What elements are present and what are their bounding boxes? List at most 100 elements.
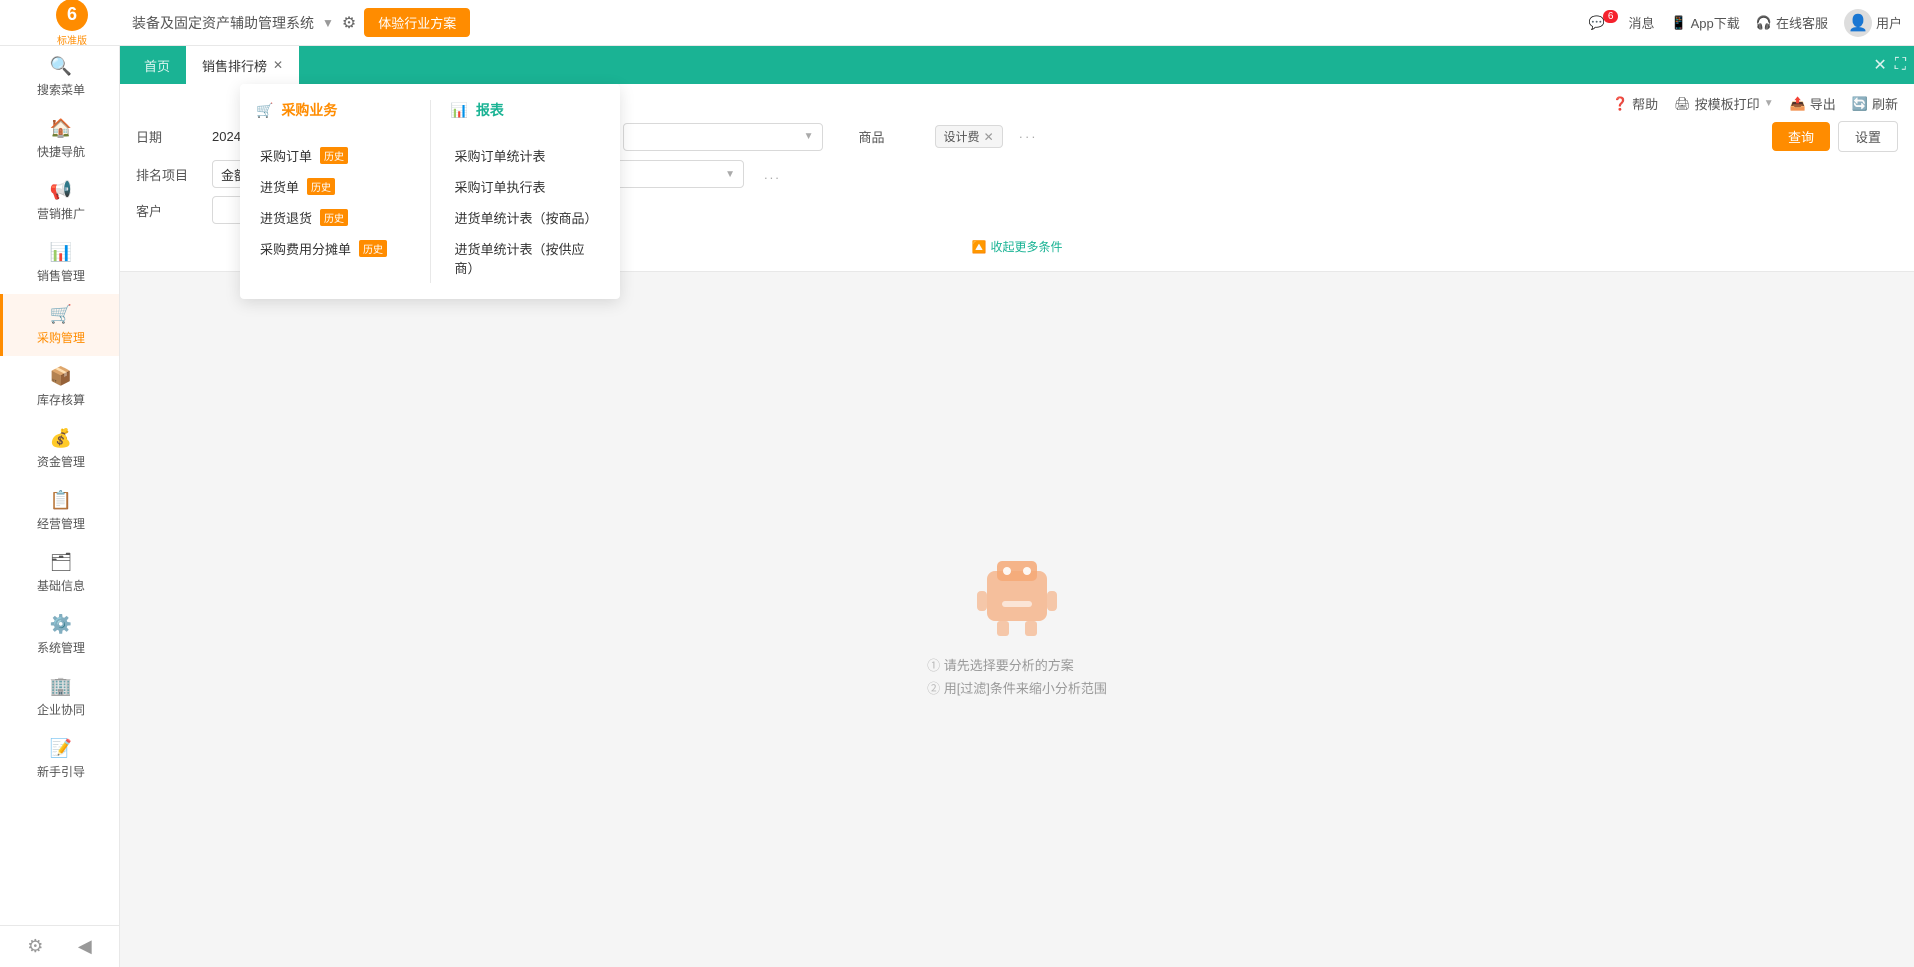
- sidebar: 🔍 搜索菜单 🏠 快捷导航 📢 营销推广 📊 销售管理 🛒 采购管理 📦 库存核…: [0, 46, 120, 967]
- refresh-label: 刷新: [1872, 94, 1898, 113]
- basic-info-icon: 🗂: [50, 552, 73, 573]
- goods-return-badge: 历史: [320, 209, 348, 226]
- footer-collapse-icon[interactable]: ◀: [78, 936, 92, 957]
- report-section-icon: 📊: [451, 102, 468, 119]
- user-label: 用户: [1876, 13, 1902, 32]
- enterprise-icon: 🏢: [50, 676, 72, 697]
- sidebar-label-marketing: 营销推广: [37, 205, 85, 222]
- sidebar-item-finance[interactable]: 💰 资金管理: [0, 418, 119, 480]
- goods-label: 商品: [859, 127, 919, 146]
- tab-close-icon[interactable]: ✕: [273, 58, 283, 72]
- sidebar-label-finance: 资金管理: [37, 453, 85, 470]
- menu-item-goods-stats-by-supplier[interactable]: 进货单统计表（按供应商）: [451, 233, 605, 283]
- app-download-item[interactable]: 📱 App下载: [1670, 13, 1739, 32]
- goods-stats-supplier-label: 进货单统计表（按供应商）: [455, 239, 601, 277]
- help-button[interactable]: ❓ 帮助: [1612, 94, 1658, 113]
- status-select[interactable]: ▼: [623, 123, 823, 151]
- goods-tag-remove[interactable]: ✕: [984, 130, 994, 144]
- sidebar-item-search[interactable]: 🔍 搜索菜单: [0, 46, 119, 108]
- footer-settings-icon[interactable]: ⚙: [27, 936, 43, 957]
- print-dropdown-icon[interactable]: ▼: [1764, 98, 1774, 109]
- tab-bar: 首页 销售排行榜 ✕ ✕ ⛶: [120, 46, 1914, 84]
- sidebar-item-quick-nav[interactable]: 🏠 快捷导航: [0, 108, 119, 170]
- sidebar-item-inventory[interactable]: 📦 库存核算: [0, 356, 119, 418]
- menu-item-goods-receipt[interactable]: 进货单 历史: [256, 171, 410, 202]
- settings-button[interactable]: 设置: [1838, 121, 1898, 152]
- report-section-header: 📊 报表: [451, 100, 605, 128]
- tab-expand-icon[interactable]: ⛶: [1895, 56, 1906, 74]
- sidebar-label-basic-info: 基础信息: [37, 577, 85, 594]
- headset-icon: 🎧: [1756, 15, 1772, 31]
- print-button[interactable]: 🖨 按模板打印 ▼: [1674, 94, 1773, 113]
- empty-tip-1: 请先选择要分析的方案: [944, 658, 1074, 673]
- goods-tag: 设计费 ✕: [935, 125, 1003, 148]
- industry-button[interactable]: 体验行业方案: [364, 8, 470, 37]
- goods-dots[interactable]: ···: [1019, 129, 1038, 144]
- phone-icon: 📱: [1670, 15, 1686, 31]
- sidebar-label-inventory: 库存核算: [37, 391, 85, 408]
- sidebar-item-new-guide[interactable]: 📝 新手引导: [0, 728, 119, 790]
- logo-icon: 6: [56, 0, 88, 31]
- refresh-button[interactable]: 🔄 刷新: [1852, 94, 1898, 113]
- content-area: 首页 销售排行榜 ✕ ✕ ⛶ ❓ 帮助 🖨 按模板打印: [120, 46, 1914, 967]
- empty-svg: [957, 541, 1077, 641]
- menu-item-goods-return[interactable]: 进货退货 历史: [256, 202, 410, 233]
- tab-home[interactable]: 首页: [128, 46, 186, 84]
- system-dropdown-icon[interactable]: ▼: [322, 16, 334, 30]
- purchase-menu-section: 🛒 采购业务 采购订单 历史 进货单 历史 进货退货 历史 采购费用分摊单: [256, 100, 410, 283]
- menu-item-purchase-expense[interactable]: 采购费用分摊单 历史: [256, 233, 410, 264]
- logo-area: 6 标准版: [12, 0, 132, 47]
- guide-icon: 📝: [50, 738, 72, 759]
- sidebar-label-search: 搜索菜单: [37, 81, 85, 98]
- sidebar-item-operations[interactable]: 📋 经营管理: [0, 480, 119, 542]
- goods-receipt-badge: 历史: [307, 178, 335, 195]
- query-button[interactable]: 查询: [1772, 122, 1830, 151]
- sidebar-item-purchase[interactable]: 🛒 采购管理: [0, 294, 119, 356]
- purchase-expense-label: 采购费用分摊单: [260, 239, 351, 258]
- menu-item-goods-stats-by-product[interactable]: 进货单统计表（按商品）: [451, 202, 605, 233]
- menu-item-purchase-order-stats[interactable]: 采购订单统计表: [451, 140, 605, 171]
- report-section-title: 报表: [476, 100, 504, 120]
- sidebar-footer: ⚙ ◀: [0, 925, 119, 967]
- sidebar-label-system: 系统管理: [37, 639, 85, 656]
- help-label: 帮助: [1632, 94, 1658, 113]
- export-icon: 📤: [1790, 96, 1806, 112]
- menu-item-purchase-order[interactable]: 采购订单 历史: [256, 140, 410, 171]
- tab-sales-ranking[interactable]: 销售排行榜 ✕: [186, 46, 299, 84]
- tab-home-label: 首页: [144, 56, 170, 75]
- date-label: 日期: [136, 127, 196, 146]
- sidebar-label-quick-nav: 快捷导航: [37, 143, 85, 160]
- inventory-icon: 📦: [50, 366, 72, 387]
- notification-label: 消息: [1628, 13, 1654, 32]
- sidebar-item-enterprise[interactable]: 🏢 企业协同: [0, 666, 119, 728]
- sidebar-item-sales[interactable]: 📊 销售管理: [0, 232, 119, 294]
- sidebar-item-system[interactable]: ⚙️ 系统管理: [0, 604, 119, 666]
- settings-icon[interactable]: ⚙: [342, 13, 356, 33]
- purchase-section-title: 采购业务: [281, 100, 337, 120]
- export-button[interactable]: 📤 导出: [1790, 94, 1836, 113]
- operations-icon: 📋: [50, 490, 72, 511]
- goods-receipt-label: 进货单: [260, 177, 299, 196]
- purchase-icon: 🛒: [50, 304, 72, 325]
- online-service-label: 在线客服: [1776, 13, 1828, 32]
- header-right: 💬 6 消息 📱 App下载 🎧 在线客服 👤 用户: [1589, 9, 1902, 37]
- system-icon: ⚙️: [50, 614, 72, 635]
- print-icon: 🖨: [1674, 96, 1691, 112]
- customer-label: 客户: [136, 201, 196, 220]
- online-service-item[interactable]: 🎧 在线客服: [1756, 13, 1828, 32]
- avatar: 👤: [1844, 9, 1872, 37]
- collapse-label: 收起更多条件: [990, 238, 1062, 255]
- staff-dots[interactable]: ...: [764, 167, 781, 182]
- tab-sales-ranking-label: 销售排行榜: [202, 56, 267, 75]
- menu-item-purchase-order-exec[interactable]: 采购订单执行表: [451, 171, 605, 202]
- notification-item[interactable]: 💬 6 消息: [1589, 13, 1655, 32]
- sidebar-item-basic-info[interactable]: 🗂 基础信息: [0, 542, 119, 604]
- purchase-dropdown-menu: 🛒 采购业务 采购订单 历史 进货单 历史 进货退货 历史 采购费用分摊单: [240, 84, 620, 299]
- main-layout: 🔍 搜索菜单 🏠 快捷导航 📢 营销推广 📊 销售管理 🛒 采购管理 📦 库存核…: [0, 46, 1914, 967]
- user-item[interactable]: 👤 用户: [1844, 9, 1902, 37]
- tab-bar-right: ✕ ⛶: [1873, 55, 1906, 75]
- sidebar-item-marketing[interactable]: 📢 营销推广: [0, 170, 119, 232]
- purchase-expense-badge: 历史: [359, 240, 387, 257]
- home-icon: 🏠: [50, 118, 72, 139]
- tab-close-window-icon[interactable]: ✕: [1873, 55, 1886, 75]
